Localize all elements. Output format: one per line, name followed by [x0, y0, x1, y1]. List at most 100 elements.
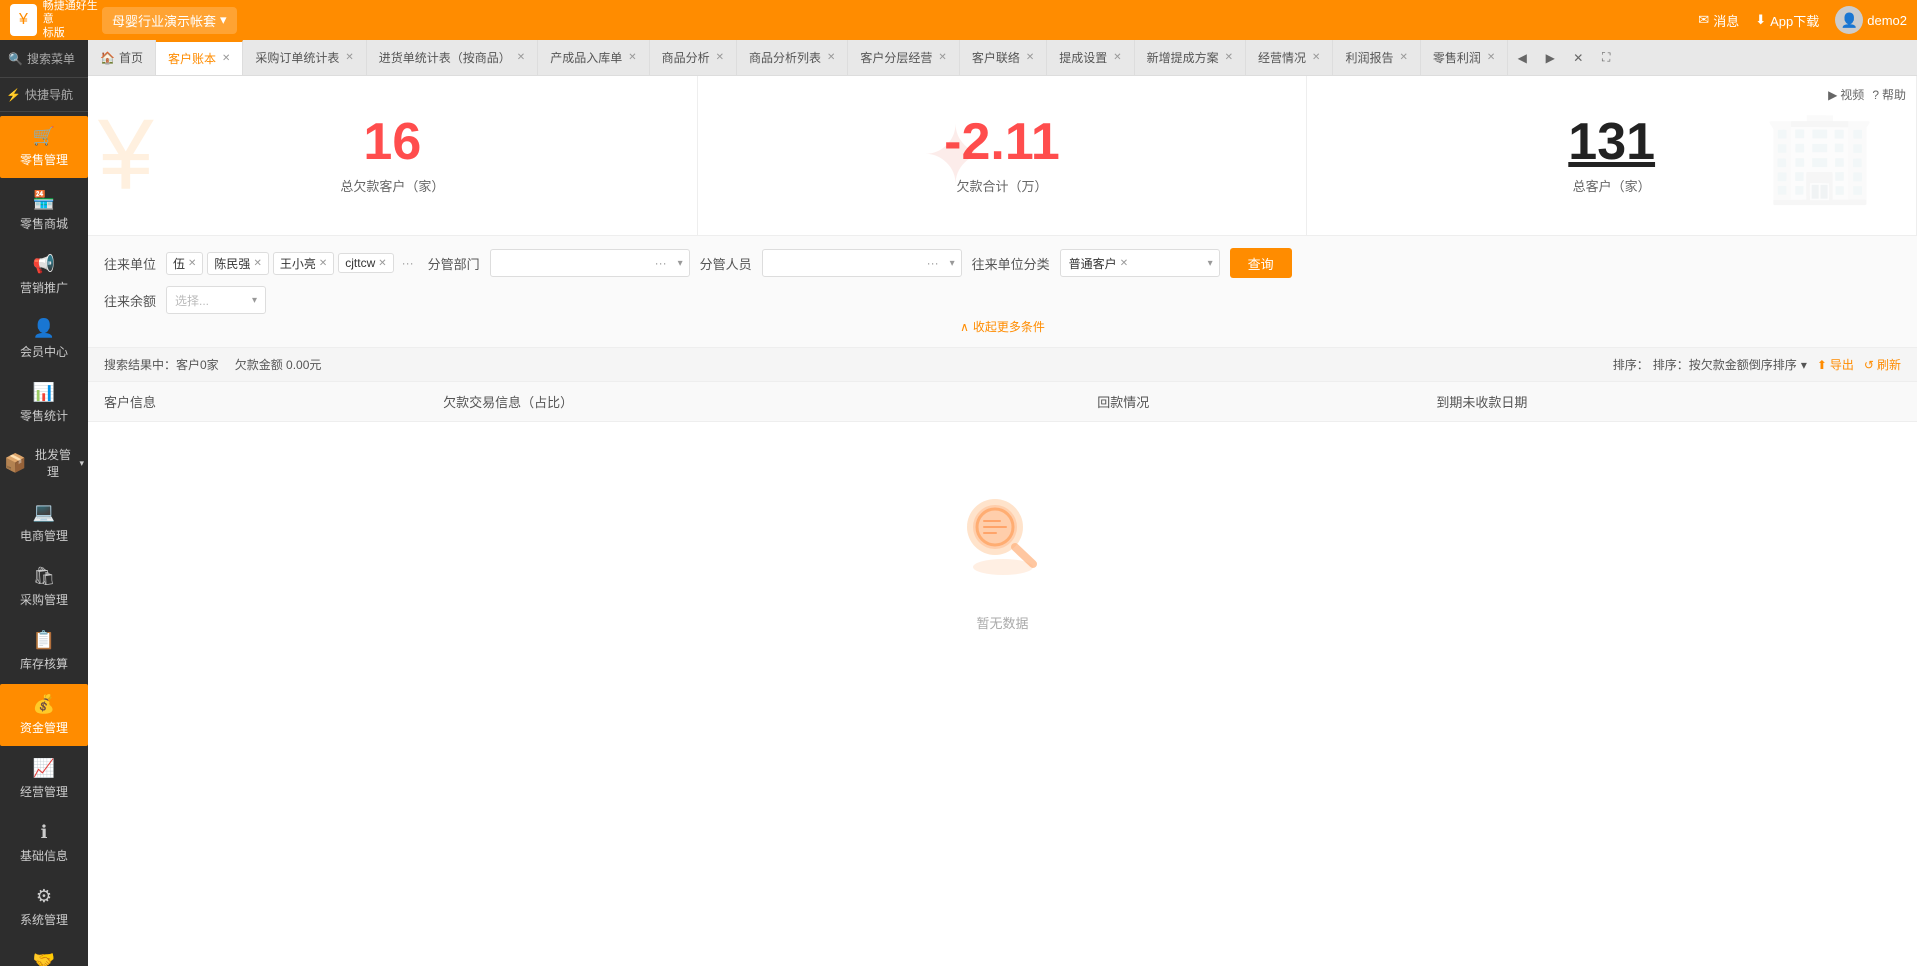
- tab-close-profit[interactable]: ✕: [1399, 52, 1407, 63]
- tab-purchase-order-stats[interactable]: 采购订单统计表 ✕: [243, 40, 366, 75]
- tab-close-product-storage[interactable]: ✕: [628, 52, 636, 63]
- tab-profit-report[interactable]: 利润报告 ✕: [1333, 40, 1420, 75]
- balance-filter-select[interactable]: 选择... ▾: [166, 286, 266, 314]
- tab-close-commission[interactable]: ✕: [1113, 52, 1121, 63]
- category-filter-select[interactable]: 普通客户 ✕ ▾: [1060, 249, 1220, 277]
- unit-tag-wu[interactable]: 伍 ✕: [166, 252, 203, 275]
- tab-customer-tier[interactable]: 客户分层经营 ✕: [848, 40, 959, 75]
- finance-icon: 💰: [33, 694, 55, 715]
- sidebar-item-finance[interactable]: 💰 资金管理: [0, 684, 88, 746]
- quick-nav-button[interactable]: ⚡ 快捷导航: [0, 78, 88, 112]
- tab-close-product-analysis[interactable]: ✕: [716, 52, 724, 63]
- tab-close-new-commission[interactable]: ✕: [1225, 52, 1233, 63]
- category-tag: 普通客户 ✕: [1069, 255, 1128, 272]
- remove-cjttcw-tag[interactable]: ✕: [378, 258, 386, 269]
- tab-close-customer-ledger[interactable]: ✕: [222, 53, 230, 64]
- app-wrapper: ¥ 畅捷通好生意 标版 母婴行业演示帐套 ▾ ✉ 消息 ⬇ App下载 👤: [0, 0, 1917, 966]
- tab-close-customer-contact[interactable]: ✕: [1026, 52, 1034, 63]
- search-menu-button[interactable]: 🔍 搜索菜单: [0, 40, 88, 78]
- refresh-icon: ↺: [1864, 358, 1874, 372]
- sidebar-item-member[interactable]: 👤 会员中心: [0, 308, 88, 370]
- category-filter-label: 往来单位分类: [972, 254, 1050, 273]
- tab-home[interactable]: 🏠 首页: [88, 40, 156, 75]
- unit-filter-label: 往来单位: [104, 254, 156, 273]
- tab-scroll-left[interactable]: ◀: [1508, 51, 1536, 65]
- unit-tag-chen[interactable]: 陈民强 ✕: [207, 252, 268, 275]
- avatar: 👤: [1835, 6, 1863, 34]
- sidebar-item-enterprise-collab[interactable]: 🤝 企业协同: [0, 940, 88, 966]
- tab-product-analysis[interactable]: 商品分析 ✕: [650, 40, 737, 75]
- sidebar-item-purchase[interactable]: 🛍 采购管理: [0, 556, 88, 618]
- tab-customer-ledger[interactable]: 客户账本 ✕: [156, 40, 243, 75]
- marketing-icon: 📢: [33, 254, 55, 275]
- tab-inventory-stats[interactable]: 进货单统计表（按商品） ✕: [367, 40, 538, 75]
- unit-filter-more[interactable]: ···: [398, 254, 418, 272]
- sidebar-item-ecommerce[interactable]: 💻 电商管理: [0, 492, 88, 554]
- remove-wu-tag[interactable]: ✕: [188, 258, 196, 269]
- dept-filter-select[interactable]: ▾ ···: [490, 249, 690, 277]
- tab-expand[interactable]: ⛶: [1592, 50, 1620, 65]
- col-debt-info: 欠款交易信息（占比）: [427, 382, 1081, 422]
- tab-close-inventory[interactable]: ✕: [517, 52, 525, 63]
- tab-close-business[interactable]: ✕: [1312, 52, 1320, 63]
- dept-filter-label: 分管部门: [428, 254, 480, 273]
- collapse-row: ∧ 收起更多条件: [104, 318, 1901, 335]
- export-button[interactable]: ⬆ 导出: [1817, 356, 1854, 373]
- unit-tag-cjttcw[interactable]: cjttcw ✕: [338, 253, 393, 273]
- sidebar: 🔍 搜索菜单 ⚡ 快捷导航 🛒 零售管理 🏪 零售商城 📢 营销推广: [0, 40, 88, 966]
- help-button[interactable]: ? 帮助: [1872, 86, 1906, 103]
- empty-svg: [953, 482, 1053, 582]
- tab-business-situation[interactable]: 经营情况 ✕: [1246, 40, 1333, 75]
- tab-bar: 🏠 首页 客户账本 ✕ 采购订单统计表 ✕ 进货单统计表（按商品） ✕ 产成品入…: [88, 40, 1917, 76]
- logo-text: 畅捷通好生意 标版: [43, 0, 98, 40]
- unit-tag-wang[interactable]: 王小亮 ✕: [273, 252, 334, 275]
- account-selector[interactable]: 母婴行业演示帐套 ▾: [102, 7, 237, 34]
- debtors-bg-icon: ¥: [98, 98, 677, 213]
- sidebar-item-retail-stats[interactable]: 📊 零售统计: [0, 372, 88, 434]
- tab-product-analysis-list[interactable]: 商品分析列表 ✕: [737, 40, 848, 75]
- home-icon: 🏠: [100, 51, 115, 65]
- video-help-button[interactable]: ▶ 视频: [1828, 86, 1864, 103]
- tab-new-commission-plan[interactable]: 新增提成方案 ✕: [1135, 40, 1246, 75]
- chevron-down-icon: ▾: [220, 12, 227, 28]
- tab-commission-settings[interactable]: 提成设置 ✕: [1047, 40, 1134, 75]
- stat-card-debtors: ¥ 16 总欠款客户（家）: [88, 76, 698, 235]
- sidebar-item-operations[interactable]: 📈 经营管理: [0, 748, 88, 810]
- sidebar-item-inventory[interactable]: 📋 库存核算: [0, 620, 88, 682]
- download-icon: ⬇: [1755, 12, 1766, 28]
- app-download-button[interactable]: ⬇ App下载: [1755, 11, 1819, 30]
- remove-chen-tag[interactable]: ✕: [253, 258, 261, 269]
- collapse-icon: ∧: [960, 320, 969, 334]
- tab-close-all[interactable]: ✕: [1564, 51, 1592, 65]
- message-button[interactable]: ✉ 消息: [1698, 11, 1739, 30]
- user-menu[interactable]: 👤 demo2: [1835, 6, 1907, 34]
- sidebar-item-system[interactable]: ⚙ 系统管理: [0, 876, 88, 938]
- dept-dropdown-icon: ▾: [678, 258, 683, 269]
- arrow-icon: ▾: [79, 458, 84, 469]
- page-content: ¥ 16 总欠款客户（家） ✦ -2.11 欠款合计（万） ▶ 视频: [88, 76, 1917, 966]
- retail-stats-icon: 📊: [33, 382, 55, 403]
- person-filter-select[interactable]: ··· ▾: [762, 249, 962, 277]
- tab-close-retail-profit[interactable]: ✕: [1487, 52, 1495, 63]
- logo: ¥ 畅捷通好生意 标版: [10, 0, 98, 40]
- tab-customer-contact[interactable]: 客户联络 ✕: [960, 40, 1047, 75]
- tab-product-storage[interactable]: 产成品入库单 ✕: [538, 40, 649, 75]
- sidebar-item-basic-info[interactable]: ℹ 基础信息: [0, 812, 88, 874]
- sidebar-item-mall[interactable]: 🏪 零售商城: [0, 180, 88, 242]
- remove-category-tag[interactable]: ✕: [1120, 258, 1128, 269]
- tab-retail-profit[interactable]: 零售利润 ✕: [1421, 40, 1508, 75]
- sidebar-item-marketing[interactable]: 📢 营销推广: [0, 244, 88, 306]
- remove-wang-tag[interactable]: ✕: [319, 258, 327, 269]
- tab-close-customer-tier[interactable]: ✕: [938, 52, 946, 63]
- sort-selector[interactable]: 排序： 排序：按欠款金额倒序排序 ▾: [1613, 356, 1807, 373]
- query-button[interactable]: 查询: [1230, 248, 1292, 278]
- collapse-filters-button[interactable]: ∧ 收起更多条件: [960, 318, 1045, 335]
- sidebar-item-retail[interactable]: 🛒 零售管理: [0, 116, 88, 178]
- ecommerce-icon: 💻: [33, 502, 55, 523]
- tab-close-product-list[interactable]: ✕: [827, 52, 835, 63]
- purchase-icon: 🛍: [33, 566, 56, 587]
- refresh-button[interactable]: ↺ 刷新: [1864, 356, 1901, 373]
- tab-scroll-right[interactable]: ▶: [1536, 51, 1564, 65]
- tab-close-purchase[interactable]: ✕: [345, 52, 353, 63]
- sidebar-item-wholesale[interactable]: 📦 批发管理 ▾: [0, 436, 88, 490]
